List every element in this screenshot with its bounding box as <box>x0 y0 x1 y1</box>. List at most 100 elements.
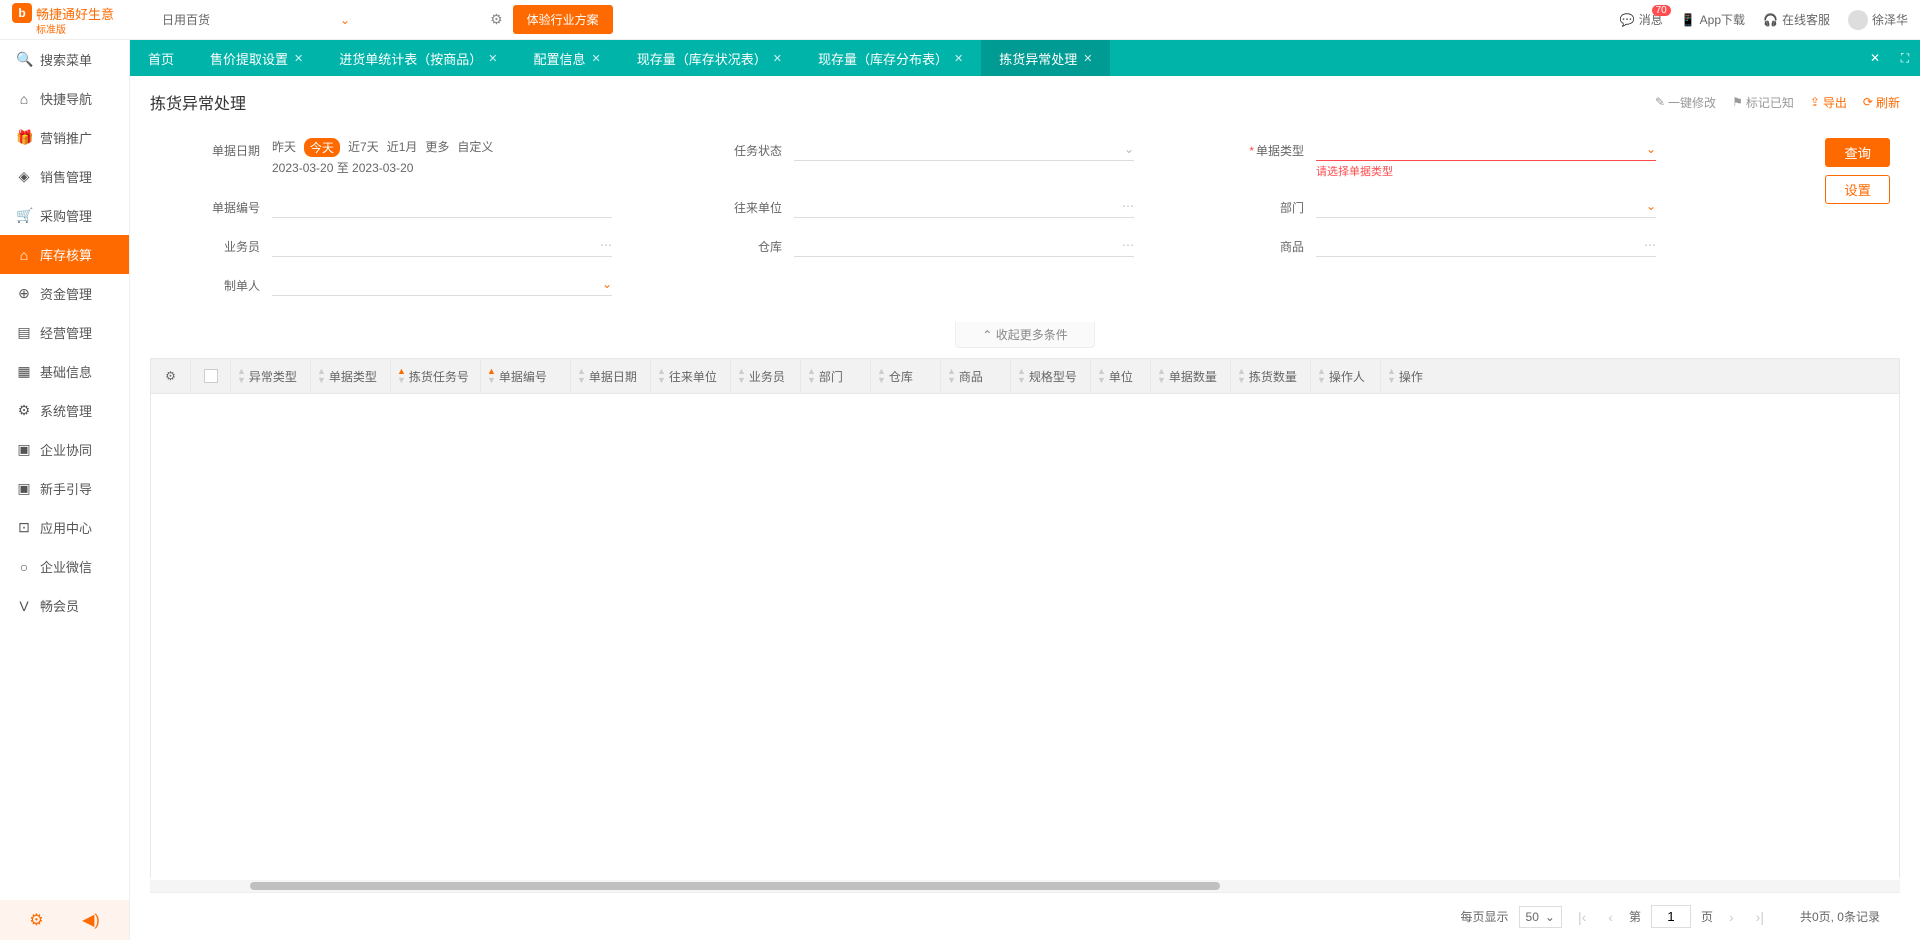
column-label: 单据日期 <box>589 368 637 385</box>
partner-input[interactable] <box>794 195 1134 218</box>
tab[interactable]: 进货单统计表（按商品）✕ <box>321 40 515 76</box>
logo-icon: b <box>12 3 32 23</box>
batch-edit-button[interactable]: ✎ 一键修改 <box>1655 94 1716 111</box>
filter-label-doc-type: *单据类型 <box>1234 138 1304 159</box>
filter-settings-button[interactable]: 设置 <box>1825 175 1890 204</box>
app-download-button[interactable]: 📱 App下载 <box>1681 11 1745 28</box>
task-status-select[interactable] <box>794 138 1134 161</box>
date-quick-option[interactable]: 更多 <box>425 138 449 157</box>
table-column-header[interactable]: 规格型号 <box>1011 359 1091 393</box>
table-column-header[interactable]: 仓库 <box>871 359 941 393</box>
tab-close-icon[interactable]: ✕ <box>773 52 782 65</box>
tab[interactable]: 拣货异常处理✕ <box>981 40 1110 76</box>
table-column-header[interactable]: 异常类型 <box>231 359 311 393</box>
table-column-header[interactable]: 操作 <box>1381 359 1441 393</box>
warehouse-input[interactable] <box>794 234 1134 257</box>
doc-no-input[interactable] <box>272 195 612 218</box>
sidebar-item[interactable]: V畅会员 <box>0 586 129 625</box>
messages-badge: 70 <box>1652 5 1671 16</box>
first-page-button[interactable]: |‹ <box>1572 907 1592 927</box>
user-menu[interactable]: 徐泽华 <box>1848 10 1908 30</box>
date-quick-option[interactable]: 昨天 <box>272 138 296 157</box>
last-page-button[interactable]: ›| <box>1750 907 1770 927</box>
table-column-header[interactable]: 商品 <box>941 359 1011 393</box>
sidebar-collapse-icon[interactable]: ◀) <box>82 910 100 930</box>
table-column-header[interactable]: 单据编号 <box>481 359 571 393</box>
sidebar-item[interactable]: 🛒采购管理 <box>0 196 129 235</box>
company-selector[interactable]: 日用百货 ⌄ <box>162 11 480 28</box>
product-input[interactable] <box>1316 234 1656 257</box>
filter-form: 单据日期 昨天今天近7天近1月更多自定义 2023-03-20 至 2023-0… <box>130 128 1920 322</box>
table-column-header[interactable]: 操作人 <box>1311 359 1381 393</box>
online-service-button[interactable]: 🎧 在线客服 <box>1763 11 1830 28</box>
sidebar-item[interactable]: ▣企业协同 <box>0 430 129 469</box>
table-column-header[interactable]: 单据日期 <box>571 359 651 393</box>
sidebar-item[interactable]: ⚙系统管理 <box>0 391 129 430</box>
table-select-all[interactable] <box>191 359 231 393</box>
table-settings-button[interactable]: ⚙ <box>151 359 191 393</box>
tab[interactable]: 现存量（库存分布表）✕ <box>800 40 981 76</box>
table-column-header[interactable]: 单据类型 <box>311 359 391 393</box>
mark-read-button[interactable]: ⚑ 标记已知 <box>1732 94 1794 111</box>
refresh-button[interactable]: ⟳ 刷新 <box>1863 94 1900 111</box>
sidebar-item[interactable]: 🔍搜索菜单 <box>0 40 129 79</box>
column-label: 操作 <box>1399 368 1423 385</box>
export-button[interactable]: ⇪ 导出 <box>1810 94 1847 111</box>
tab-fullscreen-icon[interactable]: ⛶ <box>1890 40 1920 76</box>
page-size-select[interactable]: 50 ⌄ <box>1519 906 1562 928</box>
sidebar-item[interactable]: ⌂快捷导航 <box>0 79 129 118</box>
chevron-down-icon: ⌄ <box>340 13 350 27</box>
table-column-header[interactable]: 部门 <box>801 359 871 393</box>
date-quick-option[interactable]: 近1月 <box>387 138 418 157</box>
tab[interactable]: 配置信息✕ <box>515 40 618 76</box>
prev-page-button[interactable]: ‹ <box>1602 907 1619 927</box>
sidebar-item[interactable]: ▤经营管理 <box>0 313 129 352</box>
sidebar-item[interactable]: ⊡应用中心 <box>0 508 129 547</box>
tab[interactable]: 首页 <box>130 40 192 76</box>
column-label: 规格型号 <box>1029 368 1077 385</box>
industry-solution-button[interactable]: 体验行业方案 <box>513 5 613 34</box>
page-input[interactable] <box>1651 905 1691 928</box>
sidebar-item[interactable]: ◈销售管理 <box>0 157 129 196</box>
sidebar-item[interactable]: ⊕资金管理 <box>0 274 129 313</box>
table-column-header[interactable]: 拣货数量 <box>1231 359 1311 393</box>
sort-icon <box>1017 367 1026 385</box>
collapse-filter-button[interactable]: ⌃ 收起更多条件 <box>955 322 1095 348</box>
salesman-input[interactable] <box>272 234 612 257</box>
tab[interactable]: 售价提取设置✕ <box>192 40 321 76</box>
date-quick-option[interactable]: 近7天 <box>348 138 379 157</box>
sidebar-item[interactable]: ▦基础信息 <box>0 352 129 391</box>
sidebar-item[interactable]: ▣新手引导 <box>0 469 129 508</box>
table-column-header[interactable]: 单位 <box>1091 359 1151 393</box>
scroll-thumb[interactable] <box>250 882 1220 890</box>
tab-close-icon[interactable]: ✕ <box>294 52 303 65</box>
table-column-header[interactable]: 业务员 <box>731 359 801 393</box>
creator-select[interactable] <box>272 273 612 296</box>
sidebar-settings-icon[interactable]: ⚙ <box>29 910 43 930</box>
query-button[interactable]: 查询 <box>1825 138 1890 167</box>
doc-type-select[interactable] <box>1316 138 1656 161</box>
table-column-header[interactable]: 往来单位 <box>651 359 731 393</box>
table-column-header[interactable]: 单据数量 <box>1151 359 1231 393</box>
tab-close-icon[interactable]: ✕ <box>954 52 963 65</box>
date-quick-option[interactable]: 自定义 <box>457 138 493 157</box>
sidebar-icon: ⌂ <box>16 247 32 263</box>
messages-button[interactable]: 💬 消息 70 <box>1620 11 1663 28</box>
tab-close-icon[interactable]: ✕ <box>488 52 497 65</box>
horizontal-scrollbar[interactable] <box>150 880 1900 892</box>
top-header: b 畅捷通好生意 标准版 日用百货 ⌄ ⚙ 体验行业方案 💬 消息 70 📱 A… <box>0 0 1920 40</box>
dept-select[interactable] <box>1316 195 1656 218</box>
sidebar-item[interactable]: ○企业微信 <box>0 547 129 586</box>
settings-icon[interactable]: ⚙ <box>490 11 503 28</box>
sidebar-item[interactable]: ⌂库存核算 <box>0 235 129 274</box>
column-label: 部门 <box>819 368 843 385</box>
sidebar-item[interactable]: 🎁营销推广 <box>0 118 129 157</box>
tab-close-all-icon[interactable]: ✕ <box>1860 40 1890 76</box>
table-column-header[interactable]: 拣货任务号 <box>391 359 481 393</box>
next-page-button[interactable]: › <box>1723 907 1740 927</box>
tab-close-icon[interactable]: ✕ <box>1083 52 1092 65</box>
sidebar-item-label: 经营管理 <box>40 323 92 342</box>
date-quick-option[interactable]: 今天 <box>304 138 340 157</box>
tab[interactable]: 现存量（库存状况表）✕ <box>619 40 800 76</box>
tab-close-icon[interactable]: ✕ <box>592 52 601 65</box>
